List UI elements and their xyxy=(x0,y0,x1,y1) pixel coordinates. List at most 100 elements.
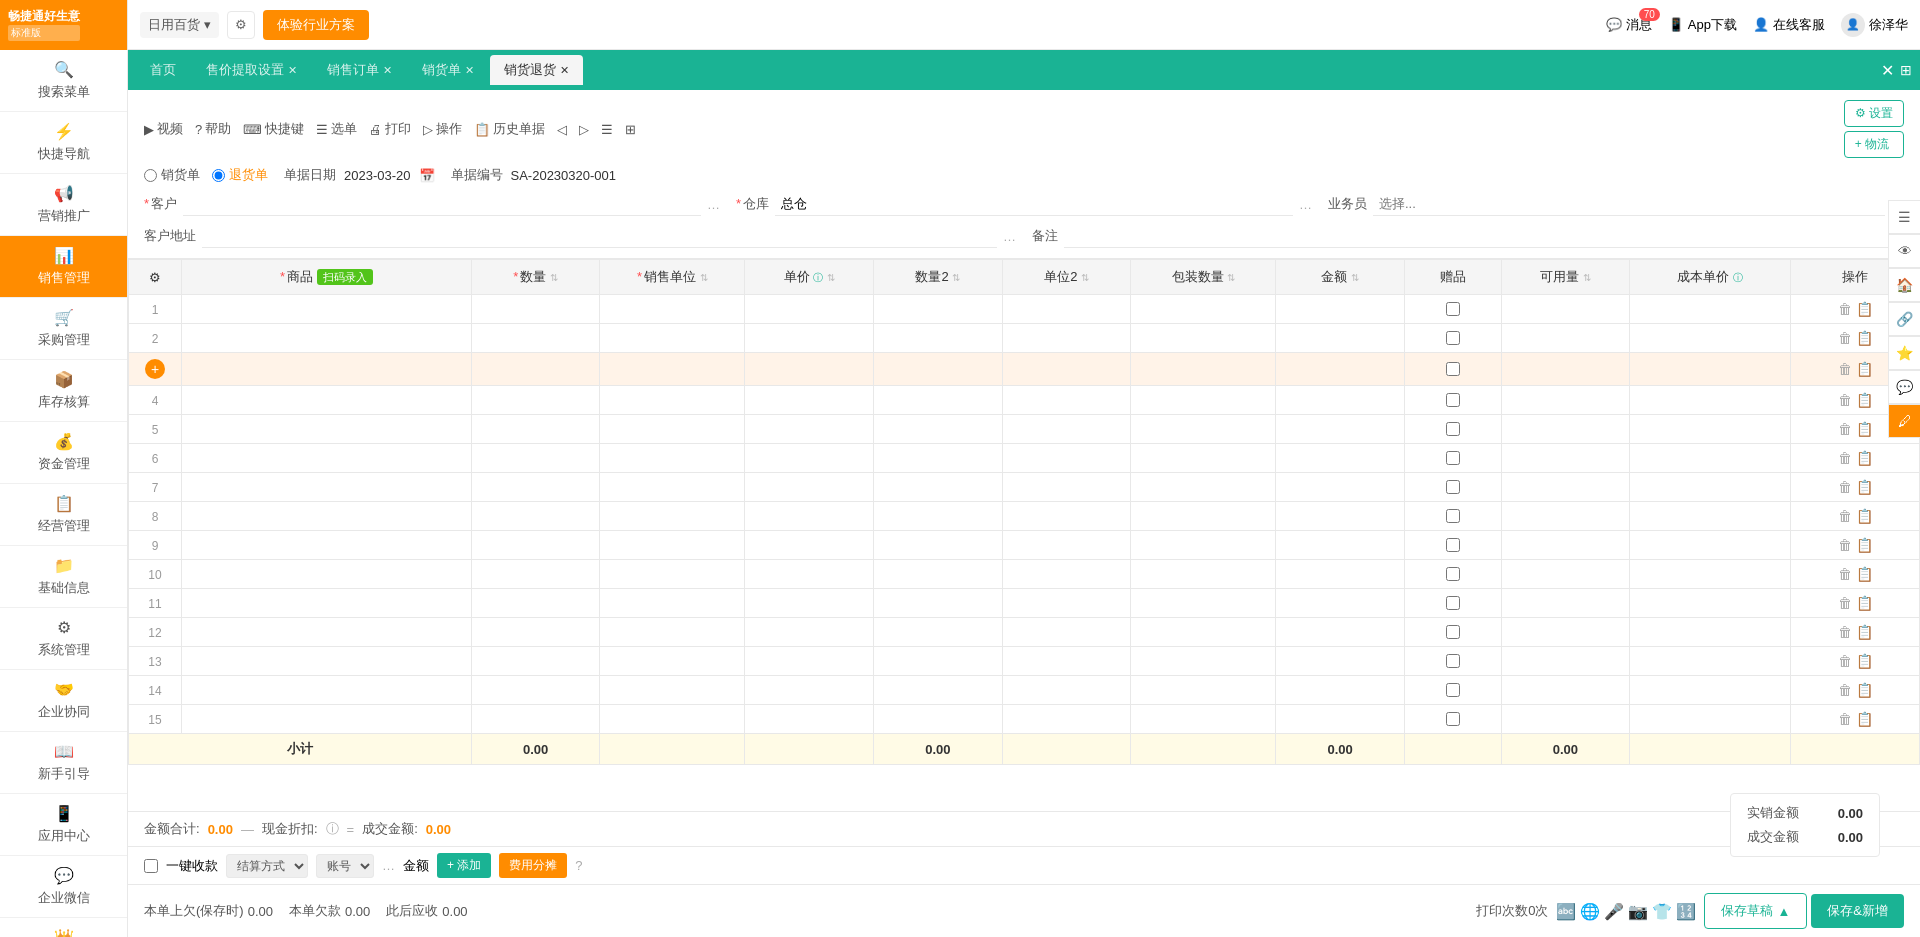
unit2-cell[interactable] xyxy=(1002,618,1131,647)
cost-cell[interactable] xyxy=(1630,531,1791,560)
note-input[interactable] xyxy=(1064,224,1904,248)
qty2-cell[interactable] xyxy=(873,647,1002,676)
cost-cell[interactable] xyxy=(1630,295,1791,324)
right-panel-item-3[interactable]: 🏠 xyxy=(1888,268,1920,302)
unit2-cell[interactable] xyxy=(1002,324,1131,353)
product-cell[interactable] xyxy=(182,444,472,473)
pkgqty-cell[interactable] xyxy=(1131,560,1276,589)
delete-row-icon[interactable]: 🗑 xyxy=(1838,508,1852,524)
customer-more-icon[interactable]: … xyxy=(707,197,720,212)
toolbar-icon-5[interactable]: 👕 xyxy=(1652,902,1672,921)
tab-销售订单[interactable]: 销售订单✕ xyxy=(313,55,406,85)
quantity-cell[interactable] xyxy=(471,589,600,618)
pkgqty-cell[interactable] xyxy=(1131,473,1276,502)
delete-row-icon[interactable]: 🗑 xyxy=(1838,595,1852,611)
available-cell[interactable] xyxy=(1501,560,1630,589)
amount-cell[interactable] xyxy=(1276,386,1405,415)
copy-row-icon[interactable]: 📋 xyxy=(1856,508,1873,524)
grid-view-icon[interactable]: ⊞ xyxy=(625,122,636,137)
online-service-button[interactable]: 👤 在线客服 xyxy=(1753,16,1825,34)
unit2-cell[interactable] xyxy=(1002,295,1131,324)
warehouse-more-icon[interactable]: … xyxy=(1299,197,1312,212)
history-action[interactable]: 📋 历史单据 xyxy=(474,120,545,138)
product-cell[interactable] xyxy=(182,386,472,415)
gift-cell[interactable] xyxy=(1404,589,1501,618)
sidebar-item-finance[interactable]: 💰 资金管理 xyxy=(0,422,127,484)
account-more-icon[interactable]: … xyxy=(382,858,395,873)
settings-button[interactable]: ⚙ 设置 xyxy=(1844,100,1904,127)
price-cell[interactable] xyxy=(745,560,874,589)
copy-row-icon[interactable]: 📋 xyxy=(1856,450,1873,466)
quantity-cell[interactable] xyxy=(471,647,600,676)
unit-cell[interactable] xyxy=(600,647,745,676)
product-cell[interactable] xyxy=(182,473,472,502)
unit2-cell[interactable] xyxy=(1002,473,1131,502)
col-settings[interactable]: ⚙ xyxy=(129,260,182,295)
cost-cell[interactable] xyxy=(1630,473,1791,502)
quantity-cell[interactable] xyxy=(471,676,600,705)
pkgqty-cell[interactable] xyxy=(1131,324,1276,353)
unit2-cell[interactable] xyxy=(1002,560,1131,589)
product-cell[interactable] xyxy=(182,295,472,324)
toolbar-icon-3[interactable]: 🎤 xyxy=(1604,902,1624,921)
quantity-cell[interactable] xyxy=(471,473,600,502)
right-panel-item-4[interactable]: 🔗 xyxy=(1888,302,1920,336)
product-cell[interactable] xyxy=(182,705,472,734)
actions-cell[interactable]: 🗑 📋 xyxy=(1791,560,1920,589)
tab-close-icon[interactable]: ✕ xyxy=(465,64,474,77)
pkgqty-cell[interactable] xyxy=(1131,676,1276,705)
available-sort-icon[interactable]: ⇅ xyxy=(1583,272,1591,283)
gift-checkbox[interactable] xyxy=(1446,683,1460,697)
copy-row-icon[interactable]: 📋 xyxy=(1856,537,1873,553)
delete-row-icon[interactable]: 🗑 xyxy=(1838,566,1852,582)
quantity-cell[interactable] xyxy=(471,295,600,324)
qty2-cell[interactable] xyxy=(873,589,1002,618)
qty2-cell[interactable] xyxy=(873,502,1002,531)
product-cell[interactable] xyxy=(182,647,472,676)
unit-cell[interactable] xyxy=(600,618,745,647)
right-panel-item-2[interactable]: 👁 xyxy=(1888,234,1920,268)
gift-cell[interactable] xyxy=(1404,295,1501,324)
account-select[interactable]: 账号 xyxy=(316,854,374,878)
product-cell[interactable] xyxy=(182,502,472,531)
quantity-cell[interactable] xyxy=(471,386,600,415)
amount-cell[interactable] xyxy=(1276,324,1405,353)
toolbar-icon-4[interactable]: 📷 xyxy=(1628,902,1648,921)
gift-checkbox[interactable] xyxy=(1446,302,1460,316)
copy-row-icon[interactable]: 📋 xyxy=(1856,392,1873,408)
cost-cell[interactable] xyxy=(1630,444,1791,473)
unit2-sort-icon[interactable]: ⇅ xyxy=(1081,272,1089,283)
actions-cell[interactable]: 🗑 📋 xyxy=(1791,502,1920,531)
gift-checkbox[interactable] xyxy=(1446,596,1460,610)
product-cell[interactable] xyxy=(182,589,472,618)
print-action[interactable]: 🖨 打印 xyxy=(369,120,411,138)
product-cell[interactable] xyxy=(182,353,472,386)
available-cell[interactable] xyxy=(1501,353,1630,386)
unit-cell[interactable] xyxy=(600,560,745,589)
pkgqty-cell[interactable] xyxy=(1131,386,1276,415)
qty2-cell[interactable] xyxy=(873,560,1002,589)
price-cell[interactable] xyxy=(745,531,874,560)
pkgqty-cell[interactable] xyxy=(1131,531,1276,560)
price-cell[interactable] xyxy=(745,647,874,676)
list-view-icon[interactable]: ☰ xyxy=(601,122,613,137)
discount-info-icon[interactable]: ⓘ xyxy=(326,820,339,838)
product-input[interactable] xyxy=(188,362,465,377)
copy-row-icon[interactable]: 📋 xyxy=(1856,653,1873,669)
cost-cell[interactable] xyxy=(1630,647,1791,676)
radio-return[interactable]: 退货单 xyxy=(212,166,268,184)
actions-cell[interactable]: 🗑 📋 xyxy=(1791,618,1920,647)
product-cell[interactable] xyxy=(182,560,472,589)
add-logistics-button[interactable]: + 物流 xyxy=(1844,131,1904,158)
amount-cell[interactable] xyxy=(1276,705,1405,734)
right-panel-item-1[interactable]: ☰ xyxy=(1888,200,1920,234)
right-panel-item-6[interactable]: 💬 xyxy=(1888,370,1920,404)
available-cell[interactable] xyxy=(1501,647,1630,676)
quantity-cell[interactable] xyxy=(471,324,600,353)
gift-cell[interactable] xyxy=(1404,647,1501,676)
gift-checkbox[interactable] xyxy=(1446,393,1460,407)
quantity-cell[interactable] xyxy=(471,444,600,473)
price-cell[interactable] xyxy=(745,618,874,647)
unit2-cell[interactable] xyxy=(1002,676,1131,705)
user-menu[interactable]: 👤 徐泽华 xyxy=(1841,13,1908,37)
